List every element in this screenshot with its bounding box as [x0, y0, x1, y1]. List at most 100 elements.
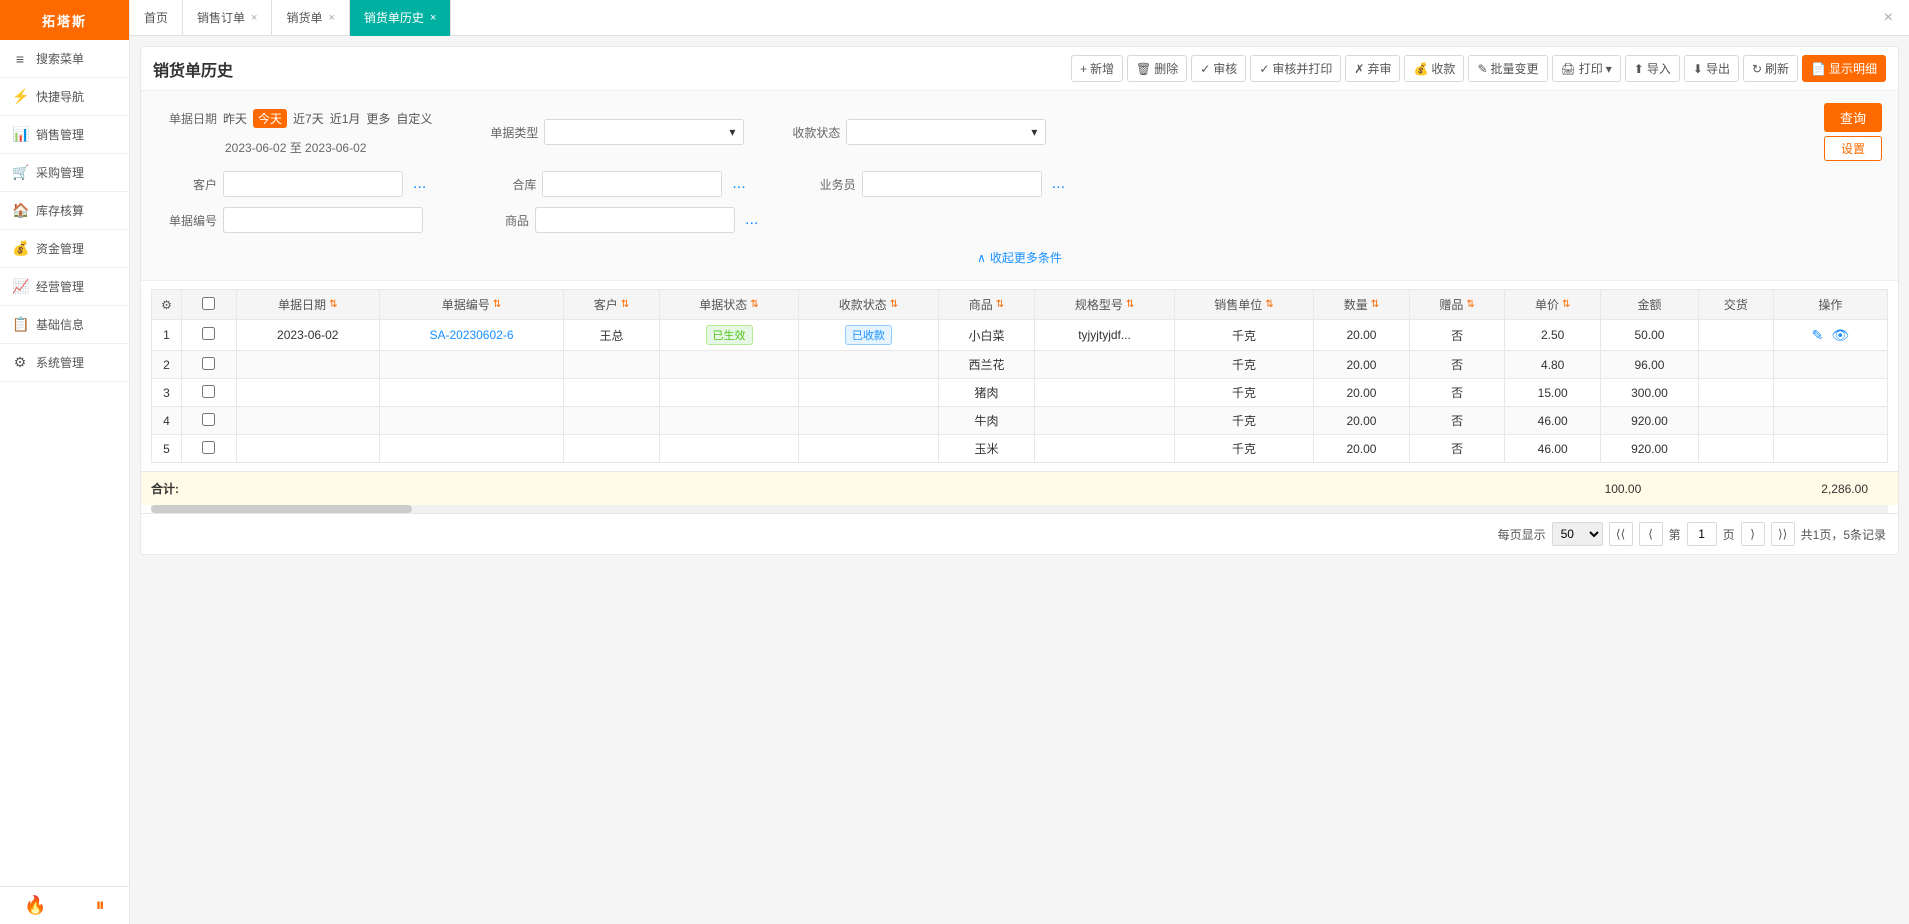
spec-column-header[interactable]: 规格型号 ⇅ — [1035, 290, 1174, 320]
date-shortcut-yesterday[interactable]: 昨天 — [223, 110, 247, 127]
tab-sales-goods-close[interactable]: × — [328, 12, 334, 24]
doc-status-column-header[interactable]: 单据状态 ⇅ — [659, 290, 798, 320]
row-checkbox-cell[interactable] — [182, 351, 237, 379]
doc-type-label: 单据类型 — [478, 124, 538, 141]
tab-home[interactable]: 首页 — [130, 0, 183, 36]
import-button[interactable]: ⬆ 导入 — [1625, 55, 1680, 82]
tab-sales-history[interactable]: 销货单历史 × — [350, 0, 451, 36]
collapse-button[interactable]: ∧ 收起更多条件 — [157, 243, 1882, 268]
goods-cell: 西兰花 — [938, 351, 1035, 379]
tab-sales-order[interactable]: 销售订单 × — [183, 0, 272, 36]
window-close-button[interactable]: × — [1878, 7, 1899, 29]
goods-dots[interactable]: ... — [741, 211, 762, 229]
row-edit-button[interactable]: ✎ — [1808, 327, 1828, 343]
sidebar-item-label: 基础信息 — [36, 316, 84, 333]
refresh-icon: ↻ — [1752, 62, 1762, 76]
row-checkbox[interactable] — [202, 441, 215, 454]
tab-sales-order-close[interactable]: × — [251, 12, 257, 24]
collect-icon: 💰 — [1413, 62, 1428, 76]
goods-column-header[interactable]: 商品 ⇅ — [938, 290, 1035, 320]
collect-status-column-header[interactable]: 收款状态 ⇅ — [799, 290, 938, 320]
date-shortcut-1month[interactable]: 近1月 — [330, 110, 361, 127]
sidebar-item-finance[interactable]: 💰 资金管理 — [0, 230, 129, 268]
query-button[interactable]: 查询 — [1824, 103, 1882, 132]
date-shortcut-7days[interactable]: 近7天 — [293, 110, 324, 127]
collect-button[interactable]: 💰 收款 — [1404, 55, 1464, 82]
sidebar-item-sales-mgmt[interactable]: 📊 销售管理 — [0, 116, 129, 154]
unit-column-header[interactable]: 销售单位 ⇅ — [1174, 290, 1313, 320]
collect-status-dropdown-icon: ▾ — [1031, 125, 1037, 139]
date-shortcut-custom[interactable]: 自定义 — [396, 110, 432, 127]
sidebar-item-search-menu[interactable]: ≡ 搜索菜单 — [0, 40, 129, 78]
sidebar-item-basic-info[interactable]: 📋 基础信息 — [0, 306, 129, 344]
collect-status-select[interactable]: ▾ — [846, 119, 1046, 145]
customer-column-header[interactable]: 客户 ⇅ — [564, 290, 660, 320]
delete-button[interactable]: 🗑 删除 — [1127, 55, 1187, 82]
next-page-button[interactable]: ⟩ — [1741, 522, 1765, 546]
review-button[interactable]: ✓ 审核 — [1191, 55, 1246, 82]
goods-input[interactable] — [535, 207, 735, 233]
row-checkbox-cell[interactable] — [182, 379, 237, 407]
sidebar-pause-icon[interactable]: ⏸ — [96, 895, 105, 916]
price-column-header[interactable]: 单价 ⇅ — [1505, 290, 1601, 320]
transaction-cell — [1698, 379, 1773, 407]
doc-type-dropdown-icon: ▾ — [729, 125, 735, 139]
doc-type-select[interactable]: ▾ — [544, 119, 744, 145]
row-checkbox-cell[interactable] — [182, 320, 237, 351]
review-print-button[interactable]: ✓ 审核并打印 — [1250, 55, 1341, 82]
row-checkbox[interactable] — [202, 413, 215, 426]
last-page-button[interactable]: ⟩⟩ — [1771, 522, 1795, 546]
gift-column-header[interactable]: 赠品 ⇅ — [1409, 290, 1505, 320]
doc-number-link[interactable]: SA-20230602-6 — [429, 328, 513, 342]
goods-cell: 玉米 — [938, 435, 1035, 463]
price-sort-icon: ⇅ — [1562, 299, 1570, 310]
customer-input[interactable] — [223, 171, 403, 197]
per-page-select[interactable]: 50 100 200 — [1552, 522, 1603, 546]
row-view-button[interactable]: 👁 — [1827, 327, 1853, 343]
first-page-button[interactable]: ⟨⟨ — [1609, 522, 1633, 546]
date-shortcut-more[interactable]: 更多 — [366, 110, 390, 127]
row-checkbox[interactable] — [202, 327, 215, 340]
tab-bar-right: × — [1878, 7, 1909, 29]
new-button[interactable]: + 新增 — [1071, 55, 1123, 82]
sidebar-fire-icon[interactable]: 🔥 — [24, 895, 46, 916]
warehouse-input[interactable] — [542, 171, 722, 197]
doc-date-column-header[interactable]: 单据日期 ⇅ — [236, 290, 379, 320]
prev-page-button[interactable]: ⟨ — [1639, 522, 1663, 546]
collect-status-sort-icon: ⇅ — [890, 299, 898, 310]
customer-dots[interactable]: ... — [409, 175, 430, 193]
select-all-checkbox[interactable] — [202, 297, 215, 310]
sidebar-item-quick-nav[interactable]: ⚡ 快捷导航 — [0, 78, 129, 116]
checkbox-column-header[interactable] — [182, 290, 237, 320]
tab-sales-goods[interactable]: 销货单 × — [272, 0, 349, 36]
doc-number-input[interactable] — [223, 207, 423, 233]
salesperson-input[interactable] — [862, 171, 1042, 197]
export-button[interactable]: ⬇ 导出 — [1684, 55, 1739, 82]
row-checkbox[interactable] — [202, 357, 215, 370]
tab-sales-history-close[interactable]: × — [430, 12, 436, 24]
page-number-input[interactable] — [1687, 522, 1717, 546]
doc-number-column-header[interactable]: 单据编号 ⇅ — [379, 290, 563, 320]
sidebar-item-purchase-mgmt[interactable]: 🛒 采购管理 — [0, 154, 129, 192]
qty-column-header[interactable]: 数量 ⇅ — [1314, 290, 1410, 320]
refresh-button[interactable]: ↻ 刷新 — [1743, 55, 1798, 82]
setup-button[interactable]: 设置 — [1824, 136, 1882, 161]
row-checkbox[interactable] — [202, 385, 215, 398]
warehouse-dots[interactable]: ... — [728, 175, 749, 193]
date-shortcut-today[interactable]: 今天 — [253, 109, 287, 128]
horizontal-scrollbar[interactable] — [151, 505, 1888, 513]
row-checkbox-cell[interactable] — [182, 407, 237, 435]
sidebar-item-inventory[interactable]: 🏠 库存核算 — [0, 192, 129, 230]
salesperson-dots[interactable]: ... — [1048, 175, 1069, 193]
sidebar-item-operations[interactable]: 📈 经营管理 — [0, 268, 129, 306]
qty-cell: 20.00 — [1314, 435, 1410, 463]
scrollbar-thumb[interactable] — [151, 505, 412, 513]
row-checkbox-cell[interactable] — [182, 435, 237, 463]
gift-cell: 否 — [1409, 351, 1505, 379]
settings-column-header[interactable]: ⚙ — [152, 290, 182, 320]
batch-change-button[interactable]: ✎ 批量变更 — [1468, 55, 1547, 82]
abandon-button[interactable]: ✗ 弃审 — [1345, 55, 1400, 82]
print-button[interactable]: 🖨 打印 ▾ — [1552, 55, 1621, 82]
show-detail-button[interactable]: 📄 显示明细 — [1802, 55, 1886, 82]
sidebar-item-system-mgmt[interactable]: ⚙ 系统管理 — [0, 344, 129, 382]
